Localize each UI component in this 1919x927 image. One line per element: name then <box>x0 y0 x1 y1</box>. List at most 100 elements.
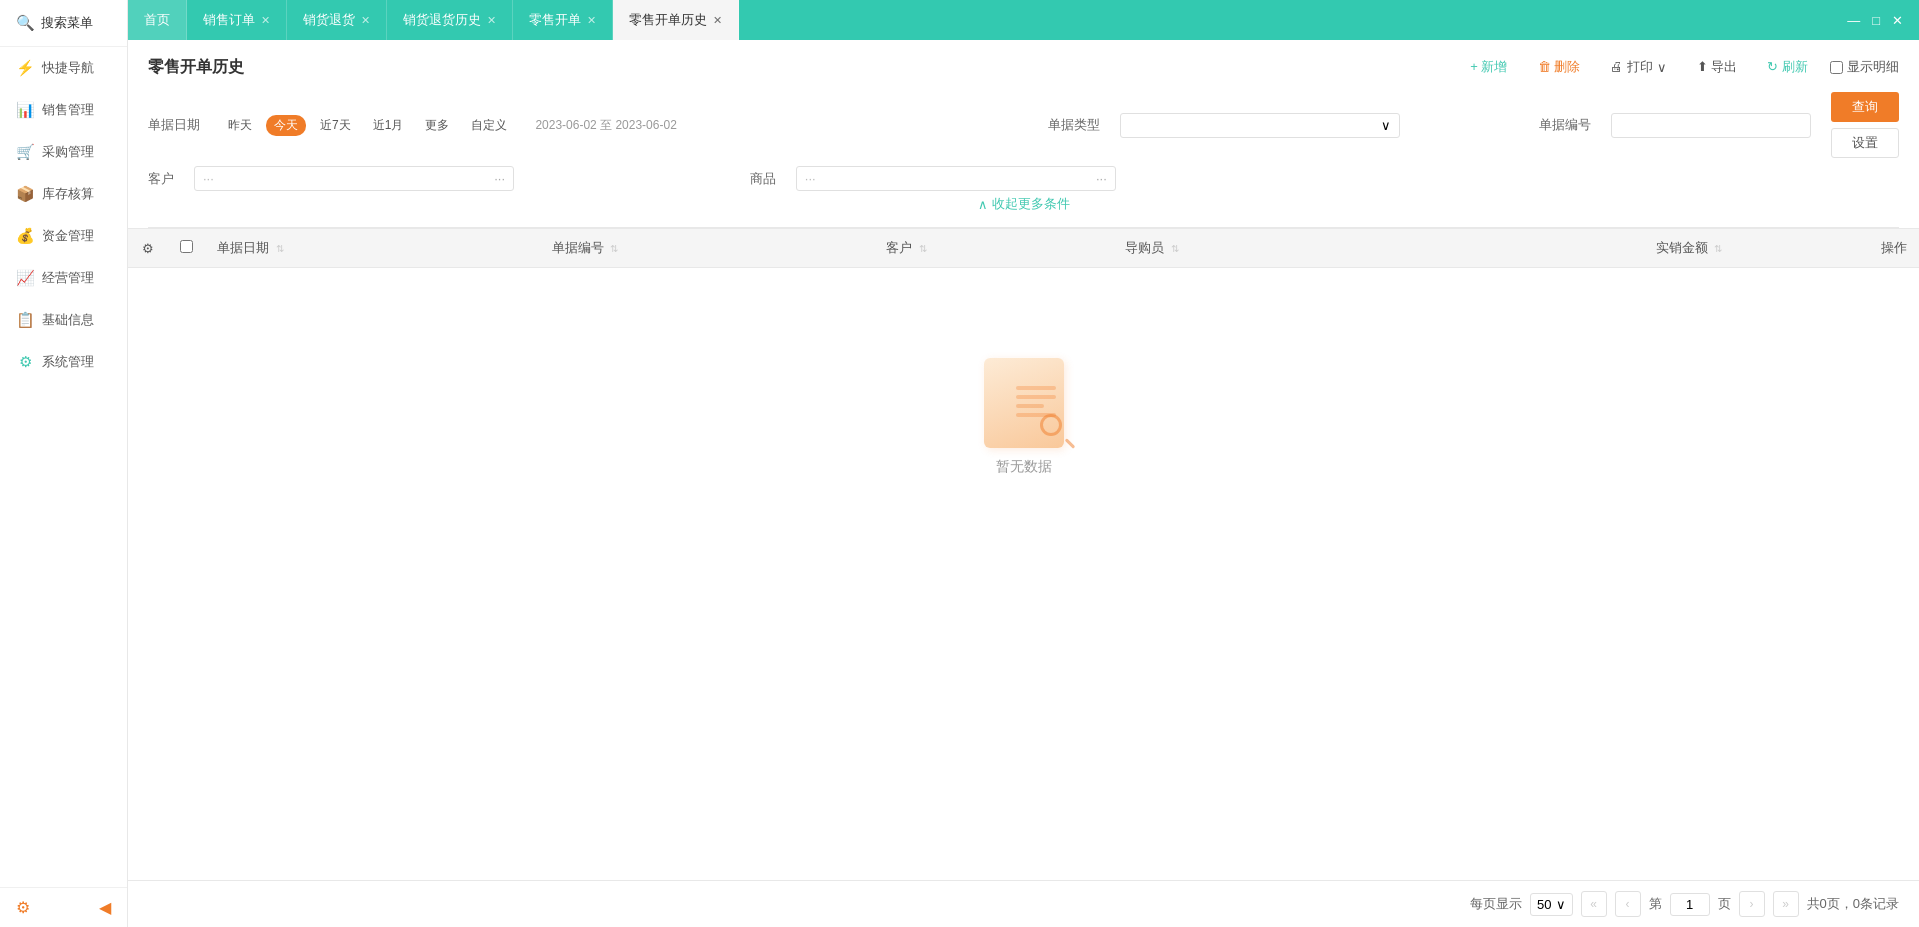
sort-date-icon: ⇅ <box>276 243 284 254</box>
tab-home[interactable]: 首页 <box>128 0 187 40</box>
date-more[interactable]: 更多 <box>417 115 457 136</box>
sidebar-item-basic-info[interactable]: 📋 基础信息 <box>0 299 127 341</box>
per-page-label: 每页显示 <box>1470 895 1522 913</box>
per-page-select[interactable]: 50 ∨ <box>1530 893 1572 916</box>
add-button[interactable]: + 新增 <box>1462 54 1515 80</box>
doc-line-1 <box>1016 386 1056 390</box>
date-custom[interactable]: 自定义 <box>463 115 515 136</box>
export-button[interactable]: ⬆ 导出 <box>1689 54 1746 80</box>
prev-page-btn[interactable]: ‹ <box>1615 891 1641 917</box>
tab-retail-open-history-close[interactable]: ✕ <box>713 14 722 27</box>
delete-button[interactable]: 🗑 删除 <box>1530 54 1589 80</box>
minimize-btn[interactable]: — <box>1847 13 1860 28</box>
th-number-label: 单据编号 <box>552 240 604 255</box>
content-area: 零售开单历史 + 新增 🗑 删除 🖨 打印 ∨ ⬆ 导出 <box>128 40 1919 927</box>
date-yesterday[interactable]: 昨天 <box>220 115 260 136</box>
doc-line-3 <box>1016 404 1044 408</box>
show-detail-checkbox[interactable] <box>1830 61 1843 74</box>
th-guide-label: 导购员 <box>1125 240 1164 255</box>
table-container: ⚙ 单据日期 ⇅ 单据编号 ⇅ <box>128 229 1919 880</box>
tab-sales-return-history-close[interactable]: ✕ <box>487 14 496 27</box>
type-dropdown-arrow: ∨ <box>1381 118 1391 133</box>
tab-sales-order-close[interactable]: ✕ <box>261 14 270 27</box>
tab-retail-open-close[interactable]: ✕ <box>587 14 596 27</box>
purchase-mgmt-icon: 🛒 <box>16 143 34 161</box>
empty-doc-icon <box>964 348 1084 458</box>
tab-sales-return-history[interactable]: 销货退货历史 ✕ <box>387 0 513 40</box>
sidebar-search-label: 搜索菜单 <box>41 14 93 32</box>
number-filter-input[interactable] <box>1611 113 1811 138</box>
sidebar-item-operation[interactable]: 📈 经营管理 <box>0 257 127 299</box>
first-page-icon: « <box>1590 897 1597 911</box>
th-check[interactable] <box>168 229 205 268</box>
tab-retail-open[interactable]: 零售开单 ✕ <box>513 0 613 40</box>
sidebar-label: 快捷导航 <box>42 59 94 77</box>
type-filter-label: 单据类型 <box>1048 116 1100 134</box>
show-detail-toggle[interactable]: 显示明细 <box>1830 58 1899 76</box>
operation-icon: 📈 <box>16 269 34 287</box>
table-body: 暂无数据 <box>128 268 1919 557</box>
query-button[interactable]: 查询 <box>1831 92 1899 122</box>
print-button[interactable]: 🖨 打印 ∨ <box>1602 54 1675 80</box>
refresh-label: ↻ 刷新 <box>1767 58 1808 76</box>
date-today[interactable]: 今天 <box>266 115 306 136</box>
refresh-button[interactable]: ↻ 刷新 <box>1759 54 1816 80</box>
customer-filter-input[interactable]: ··· <box>194 166 514 191</box>
sidebar-label: 资金管理 <box>42 227 94 245</box>
doc-lines <box>1016 386 1056 417</box>
sidebar-label: 经营管理 <box>42 269 94 287</box>
tab-retail-open-history[interactable]: 零售开单历史 ✕ <box>613 0 739 40</box>
tab-sales-return-history-label: 销货退货历史 <box>403 11 481 29</box>
goods-filter-input[interactable]: ··· <box>796 166 1116 191</box>
date-filter-label: 单据日期 <box>148 116 200 134</box>
tab-sales-order-label: 销售订单 <box>203 11 255 29</box>
sidebar-item-quick-nav[interactable]: ⚡ 快捷导航 <box>0 47 127 89</box>
prev-page-icon: ‹ <box>1626 897 1630 911</box>
top-nav: 首页 销售订单 ✕ 销货退货 ✕ 销货退货历史 ✕ 零售开单 ✕ 零售开单历史 … <box>128 0 1919 40</box>
th-customer[interactable]: 客户 ⇅ <box>874 229 1113 268</box>
date-1month[interactable]: 近1月 <box>365 115 412 136</box>
quick-nav-icon: ⚡ <box>16 59 34 77</box>
th-amount[interactable]: 实销金额 ⇅ <box>1400 229 1735 268</box>
doc-line-2 <box>1016 395 1056 399</box>
sidebar-nav: ⚡ 快捷导航 📊 销售管理 🛒 采购管理 📦 库存核算 💰 资金管理 📈 经营管… <box>0 47 127 887</box>
type-filter-select[interactable]: ∨ <box>1120 113 1400 138</box>
collapse-filter-btn[interactable]: ∧ 收起更多条件 <box>148 191 1899 217</box>
next-page-btn[interactable]: › <box>1739 891 1765 917</box>
sidebar-item-sys-mgmt[interactable]: ⚙ 系统管理 <box>0 341 127 383</box>
th-guide[interactable]: 导购员 ⇅ <box>1113 229 1400 268</box>
sidebar-label: 采购管理 <box>42 143 94 161</box>
sort-number-icon: ⇅ <box>610 243 618 254</box>
tab-sales-return[interactable]: 销货退货 ✕ <box>287 0 387 40</box>
page-number-input[interactable] <box>1670 893 1710 916</box>
sidebar-search[interactable]: 🔍 搜索菜单 <box>0 0 127 47</box>
th-number[interactable]: 单据编号 ⇅ <box>540 229 875 268</box>
per-page-value: 50 <box>1537 897 1551 912</box>
settings-icon[interactable]: ⚙ <box>16 898 30 917</box>
select-all-checkbox[interactable] <box>180 240 193 253</box>
th-date[interactable]: 单据日期 ⇅ <box>205 229 540 268</box>
last-page-btn[interactable]: » <box>1773 891 1799 917</box>
settings-button[interactable]: 设置 <box>1831 128 1899 158</box>
tab-sales-return-close[interactable]: ✕ <box>361 14 370 27</box>
customer-filter-label: 客户 <box>148 170 174 188</box>
sidebar-item-inventory[interactable]: 📦 库存核算 <box>0 173 127 215</box>
tab-sales-return-label: 销货退货 <box>303 11 355 29</box>
th-action: 操作 <box>1734 229 1919 268</box>
tab-retail-open-label: 零售开单 <box>529 11 581 29</box>
sidebar-item-purchase-mgmt[interactable]: 🛒 采购管理 <box>0 131 127 173</box>
goods-filter-label: 商品 <box>750 170 776 188</box>
sidebar-label: 基础信息 <box>42 311 94 329</box>
pagination: 每页显示 50 ∨ « ‹ 第 页 › » 共0页，0条记录 <box>128 880 1919 927</box>
empty-text: 暂无数据 <box>996 458 1052 476</box>
sidebar-item-finance[interactable]: 💰 资金管理 <box>0 215 127 257</box>
collapse-sidebar-icon[interactable]: ◀ <box>99 898 111 917</box>
restore-btn[interactable]: □ <box>1872 13 1880 28</box>
close-btn[interactable]: ✕ <box>1892 13 1903 28</box>
date-7days[interactable]: 近7天 <box>312 115 359 136</box>
tab-sales-order[interactable]: 销售订单 ✕ <box>187 0 287 40</box>
next-page-icon: › <box>1750 897 1754 911</box>
th-settings[interactable]: ⚙ <box>128 229 168 268</box>
sidebar-item-sales-mgmt[interactable]: 📊 销售管理 <box>0 89 127 131</box>
first-page-btn[interactable]: « <box>1581 891 1607 917</box>
